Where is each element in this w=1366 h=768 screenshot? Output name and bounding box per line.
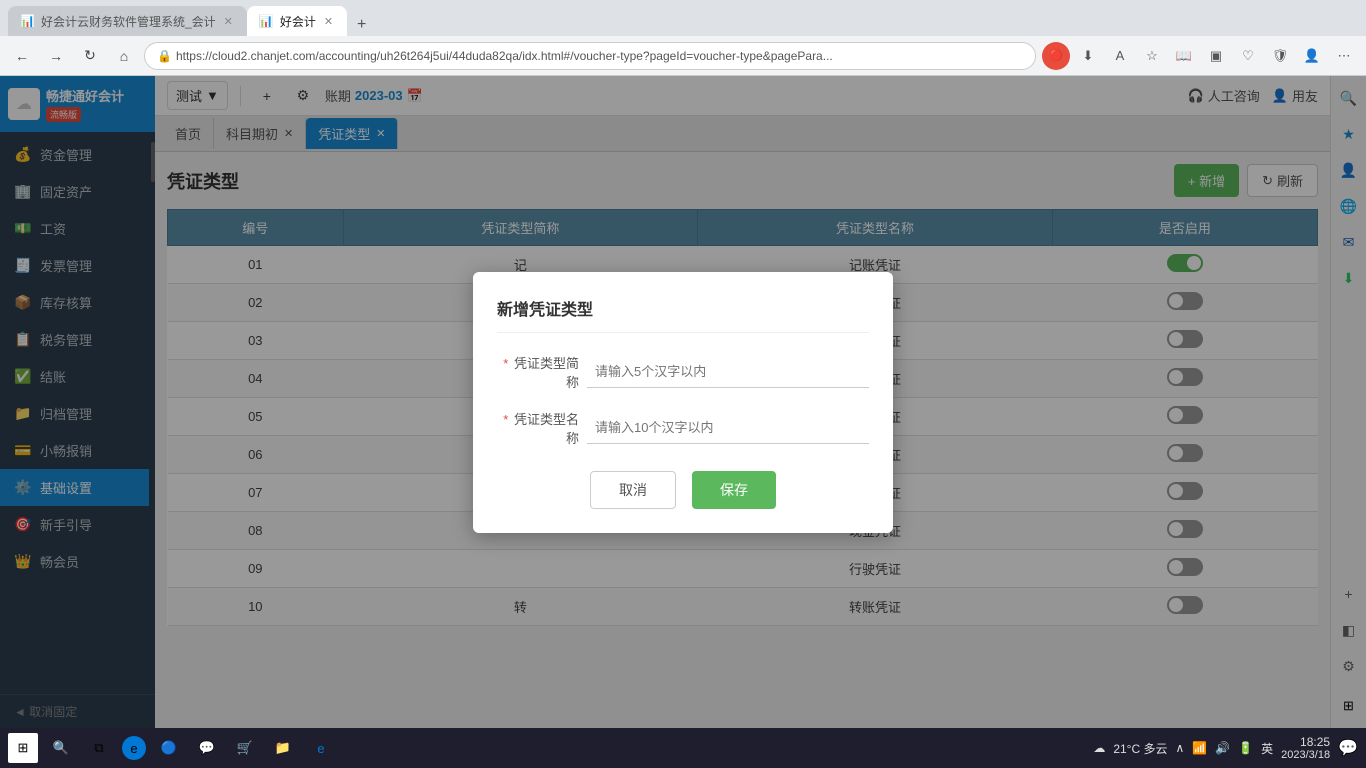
cancel-button[interactable]: 取消 xyxy=(590,471,676,509)
time-display: 18:25 xyxy=(1281,735,1330,749)
tab-bar: 📊 好会计云财务软件管理系统_会计 ✕ 📊 好会计 ✕ + xyxy=(0,0,1366,36)
lang-indicator: 英 xyxy=(1261,740,1273,757)
reading-btn[interactable]: 📖 xyxy=(1170,42,1198,70)
clock: 18:25 2023/3/18 xyxy=(1281,735,1330,761)
forward-button[interactable]: → xyxy=(42,42,70,70)
tab2-close[interactable]: ✕ xyxy=(322,13,335,30)
edge-taskbar-btn[interactable]: e xyxy=(306,733,336,763)
start-button[interactable]: ⊞ xyxy=(8,733,38,763)
browser-chrome: 📊 好会计云财务软件管理系统_会计 ✕ 📊 好会计 ✕ + ← → ↻ ⌂ 🔒 … xyxy=(0,0,1366,76)
abbr-required-star: * xyxy=(503,356,508,371)
edge-btn[interactable]: e xyxy=(122,736,146,760)
translate-btn[interactable]: A xyxy=(1106,42,1134,70)
back-button[interactable]: ← xyxy=(8,42,36,70)
taskbar: ⊞ 🔍 ⧉ e 🔵 💬 🛒 📁 e ☁ 21°C 多云 ∧ 📶 🔊 🔋 英 18… xyxy=(0,728,1366,768)
browser-toolbar: ← → ↻ ⌂ 🔒 https://cloud2.chanjet.com/acc… xyxy=(0,36,1366,76)
modal-actions: 取消 保存 xyxy=(497,471,869,509)
battery-icon: 🔋 xyxy=(1238,741,1253,755)
date-display: 2023/3/18 xyxy=(1281,749,1330,761)
name-label: * 凭证类型名称 xyxy=(497,409,587,447)
address-text: https://cloud2.chanjet.com/accounting/uh… xyxy=(176,49,833,63)
task-view-btn[interactable]: ⧉ xyxy=(84,733,114,763)
volume-icon: 🔊 xyxy=(1215,741,1230,755)
name-label-text: 凭证类型名称 xyxy=(514,412,579,446)
bookmark-btn[interactable]: ⬇ xyxy=(1074,42,1102,70)
profile-btn[interactable]: 👤 xyxy=(1298,42,1326,70)
abbr-label: * 凭证类型简称 xyxy=(497,353,587,391)
home-button[interactable]: ⌂ xyxy=(110,42,138,70)
weather-info: ☁ xyxy=(1093,741,1105,755)
tab1-close[interactable]: ✕ xyxy=(222,13,235,30)
tab2-title: 好会计 xyxy=(280,13,316,30)
browser-tab-2[interactable]: 📊 好会计 ✕ xyxy=(247,6,347,36)
more-btn[interactable]: ⋯ xyxy=(1330,42,1358,70)
form-row-abbr: * 凭证类型简称 xyxy=(497,353,869,391)
tab1-title: 好会计云财务软件管理系统_会计 xyxy=(41,13,216,30)
form-row-name: * 凭证类型名称 xyxy=(497,409,869,447)
browser-actions: 🔴 ⬇ A ☆ 📖 ▣ ♡ 🛡 👤 ⋯ xyxy=(1042,42,1358,70)
name-required-star: * xyxy=(503,412,508,427)
explorer-btn[interactable]: 📁 xyxy=(268,733,298,763)
modal-title: 新增凭证类型 xyxy=(497,296,869,333)
store-btn[interactable]: 🛒 xyxy=(230,733,260,763)
taskbar-arrow-up[interactable]: ∧ xyxy=(1175,741,1184,755)
modal-overlay: 新增凭证类型 * 凭证类型简称 * 凭证类型名称 取消 保存 xyxy=(0,76,1366,728)
extensions-btn[interactable]: 🔴 xyxy=(1042,42,1070,70)
tab1-favicon: 📊 xyxy=(20,14,35,28)
abbr-label-text: 凭证类型简称 xyxy=(514,356,579,390)
name-input[interactable] xyxy=(587,412,869,444)
reload-button[interactable]: ↻ xyxy=(76,42,104,70)
sidebar-btn[interactable]: ▣ xyxy=(1202,42,1230,70)
new-tab-button[interactable]: + xyxy=(351,14,372,36)
tab2-favicon: 📊 xyxy=(259,14,274,28)
address-bar[interactable]: 🔒 https://cloud2.chanjet.com/accounting/… xyxy=(144,42,1036,70)
chrome-btn[interactable]: 🔵 xyxy=(154,733,184,763)
network-icon: 📶 xyxy=(1192,741,1207,755)
lock-icon: 🔒 xyxy=(157,49,172,63)
save-button[interactable]: 保存 xyxy=(692,471,776,509)
favorites-btn[interactable]: ♡ xyxy=(1234,42,1262,70)
taskbar-right: ☁ 21°C 多云 ∧ 📶 🔊 🔋 英 18:25 2023/3/18 💬 xyxy=(1093,735,1358,761)
search-taskbar-btn[interactable]: 🔍 xyxy=(46,733,76,763)
app-wrapper: ☁ 畅捷通好会计 流畅版 📊 会投表中心 💰 资金管理 🏢 固定资产 xyxy=(0,76,1366,728)
notification-btn[interactable]: 💬 xyxy=(1338,738,1358,758)
abbr-input[interactable] xyxy=(587,356,869,388)
collections-btn[interactable]: 🛡 xyxy=(1266,42,1294,70)
modal-dialog: 新增凭证类型 * 凭证类型简称 * 凭证类型名称 取消 保存 xyxy=(473,272,893,533)
star-btn[interactable]: ☆ xyxy=(1138,42,1166,70)
weather-text: 21°C 多云 xyxy=(1113,740,1167,757)
wechat-btn[interactable]: 💬 xyxy=(192,733,222,763)
browser-tab-1[interactable]: 📊 好会计云财务软件管理系统_会计 ✕ xyxy=(8,6,247,36)
